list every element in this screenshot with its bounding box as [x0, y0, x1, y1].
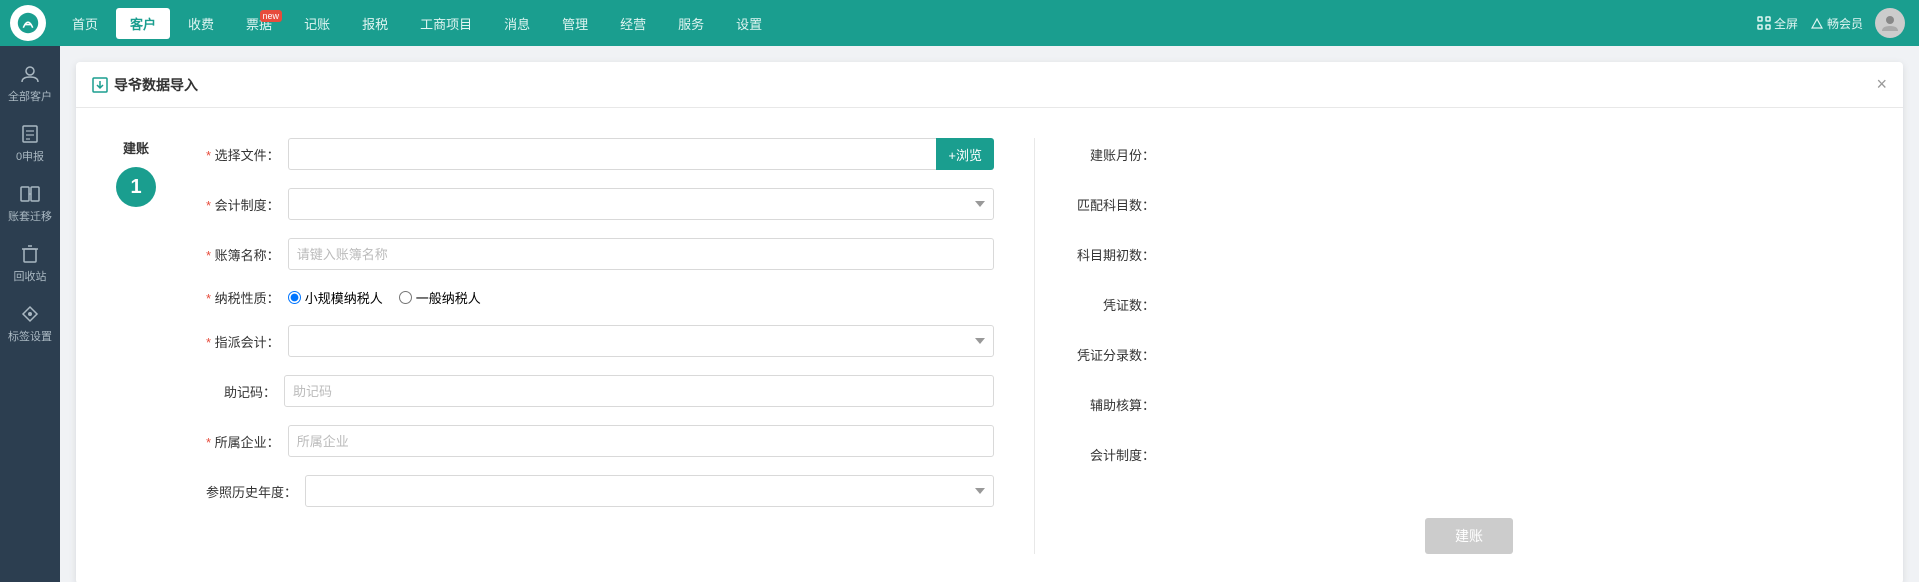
nav-item-manage[interactable]: 管理	[548, 8, 602, 39]
memo-row: 助记码：	[206, 375, 994, 407]
sidebar-label-transfer: 账套迁移	[8, 208, 52, 224]
vertical-divider	[1034, 138, 1035, 554]
accounting-system-row: 会计制度：	[1075, 438, 1863, 470]
panel-close-button[interactable]: ×	[1876, 74, 1887, 95]
right-form-inner: 建账月份： 匹配科目数： 科目期初数： 凭证数：	[1075, 138, 1863, 554]
nav-item-accounts[interactable]: 记账	[290, 8, 344, 39]
history-year-label: 参照历史年度：	[206, 482, 297, 501]
panel-title: 导爷数据导入	[92, 75, 198, 95]
tax-type-row: * 纳税性质： 小规模纳税人 一般纳税人	[206, 288, 994, 307]
voucher-entries-row: 凭证分录数：	[1075, 338, 1863, 370]
aux-accounting-label: 辅助核算：	[1075, 395, 1155, 414]
import-icon	[92, 77, 108, 93]
accounting-row: * 会计制度：	[206, 188, 994, 220]
nav-item-home[interactable]: 首页	[58, 8, 112, 39]
sidebar-label-all-clients: 全部客户	[8, 88, 52, 104]
app-logo	[10, 5, 46, 41]
import-panel: 导爷数据导入 × 建账 1 * 选择文件：	[76, 62, 1903, 582]
nav-item-services[interactable]: 服务	[664, 8, 718, 39]
nav-item-tax[interactable]: 报税	[348, 8, 402, 39]
top-navigation: 首页客户收费票据new记账报税工商项目消息管理经营服务设置 全屏 畅会员	[0, 0, 1919, 46]
step-label: 建账	[123, 138, 149, 157]
file-label: * 选择文件：	[206, 145, 280, 164]
ledger-name-label: * 账簿名称：	[206, 245, 280, 264]
voucher-count-row: 凭证数：	[1075, 288, 1863, 320]
month-row: 建账月份：	[1075, 138, 1863, 170]
nav-item-invoices[interactable]: 票据new	[232, 8, 286, 39]
fullscreen-button[interactable]: 全屏	[1757, 15, 1798, 32]
build-button[interactable]: 建账	[1425, 518, 1513, 554]
small-taxpayer-radio-input[interactable]	[288, 291, 301, 304]
sidebar-item-tags[interactable]: 标签设置	[0, 296, 60, 352]
match-subjects-row: 匹配科目数：	[1075, 188, 1863, 220]
accounting-label: * 会计制度：	[206, 195, 280, 214]
member-button[interactable]: 畅会员	[1810, 15, 1863, 32]
voucher-entries-label: 凭证分录数：	[1075, 345, 1155, 364]
sidebar-item-trash[interactable]: 回收站	[0, 236, 60, 292]
accountant-select[interactable]	[288, 325, 994, 357]
small-taxpayer-radio[interactable]: 小规模纳税人	[288, 288, 383, 307]
general-taxpayer-radio[interactable]: 一般纳税人	[399, 288, 481, 307]
sidebar-label-declaration: 0申报	[16, 148, 44, 164]
match-subjects-label: 匹配科目数：	[1075, 195, 1155, 214]
subject-initial-label: 科目期初数：	[1075, 245, 1155, 264]
month-label: 建账月份：	[1075, 145, 1155, 164]
nav-item-messages[interactable]: 消息	[490, 8, 544, 39]
nav-item-clients[interactable]: 客户	[116, 8, 170, 39]
aux-accounting-row: 辅助核算：	[1075, 388, 1863, 420]
content-area: 导爷数据导入 × 建账 1 * 选择文件：	[60, 46, 1919, 582]
nav-item-business[interactable]: 工商项目	[406, 8, 486, 39]
memo-label: 助记码：	[206, 382, 276, 401]
file-input-wrapper: +浏览	[288, 138, 994, 170]
sidebar-item-all-clients[interactable]: 全部客户	[0, 56, 60, 112]
member-label: 畅会员	[1827, 15, 1863, 32]
sidebar: 全部客户 0申报 账套迁移 回收站 标签设置	[0, 46, 60, 582]
company-label: * 所属企业：	[206, 432, 280, 451]
sidebar-label-tags: 标签设置	[8, 328, 52, 344]
tax-type-label: * 纳税性质：	[206, 288, 280, 307]
sidebar-item-transfer[interactable]: 账套迁移	[0, 176, 60, 232]
accountant-row: * 指派会计：	[206, 325, 994, 357]
step-indicator: 建账 1	[116, 138, 156, 554]
nav-item-fees[interactable]: 收费	[174, 8, 228, 39]
memo-input[interactable]	[284, 375, 994, 407]
accounting-system-label: 会计制度：	[1075, 445, 1155, 464]
browse-button[interactable]: +浏览	[936, 138, 994, 170]
history-year-select[interactable]	[305, 475, 994, 507]
sidebar-label-trash: 回收站	[14, 268, 47, 284]
accountant-label: * 指派会计：	[206, 332, 280, 351]
fullscreen-label: 全屏	[1774, 15, 1798, 32]
ledger-name-input[interactable]	[288, 238, 994, 270]
step-circle: 1	[116, 167, 156, 207]
ledger-name-row: * 账簿名称：	[206, 238, 994, 270]
nav-badge-invoices: new	[260, 10, 283, 22]
subject-initial-row: 科目期初数：	[1075, 238, 1863, 270]
topnav-right: 全屏 畅会员	[1757, 8, 1919, 38]
right-form: 建账月份： 匹配科目数： 科目期初数： 凭证数：	[1075, 138, 1863, 554]
file-input[interactable]	[288, 138, 937, 170]
sidebar-item-declaration[interactable]: 0申报	[0, 116, 60, 172]
history-year-row: 参照历史年度：	[206, 475, 994, 507]
company-row: * 所属企业：	[206, 425, 994, 457]
accounting-select[interactable]	[288, 188, 994, 220]
build-btn-container: 建账	[1075, 508, 1863, 554]
nav-item-settings[interactable]: 设置	[722, 8, 776, 39]
file-row: * 选择文件： +浏览	[206, 138, 994, 170]
left-form: * 选择文件： +浏览 * 会计制度：	[206, 138, 994, 554]
tax-radio-group: 小规模纳税人 一般纳税人	[288, 288, 481, 307]
form-area: 建账 1 * 选择文件： +浏览	[76, 108, 1903, 582]
nav-item-finance[interactable]: 经营	[606, 8, 660, 39]
nav-items: 首页客户收费票据new记账报税工商项目消息管理经营服务设置	[58, 8, 1757, 39]
general-taxpayer-radio-input[interactable]	[399, 291, 412, 304]
voucher-count-label: 凭证数：	[1075, 295, 1155, 314]
company-input[interactable]	[288, 425, 994, 457]
panel-header: 导爷数据导入 ×	[76, 62, 1903, 108]
user-avatar[interactable]	[1875, 8, 1905, 38]
